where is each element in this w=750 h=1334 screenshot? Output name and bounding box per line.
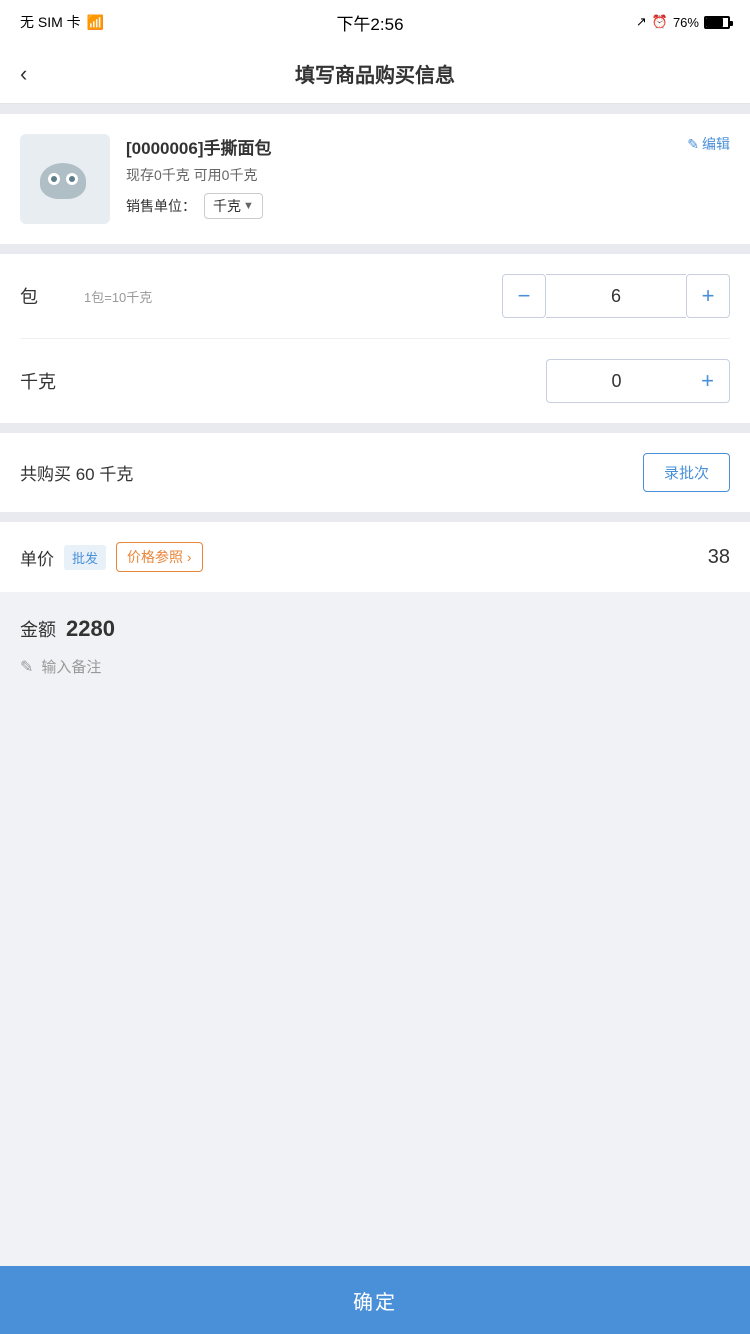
- total-row: 共购买 60 千克 录批次: [0, 433, 750, 512]
- quantity-input-bao[interactable]: [546, 274, 686, 318]
- total-label: 共购买 60 千克: [20, 460, 133, 485]
- plus-button-bao[interactable]: +: [686, 274, 730, 318]
- product-stock: 现存0千克 可用0千克: [126, 165, 730, 185]
- unit-value: 千克: [213, 196, 241, 216]
- confirm-button[interactable]: 确定: [0, 1266, 750, 1334]
- page-title: 填写商品购买信息: [295, 59, 455, 88]
- product-logo: [40, 159, 90, 199]
- product-card: [0000006]手撕面包 现存0千克 可用0千克 销售单位： 千克 ▼ ✎ 编…: [0, 114, 750, 244]
- chevron-down-icon: ▼: [243, 200, 254, 212]
- price-section: 单价 批发 价格参照 › 38: [0, 522, 750, 592]
- quantity-label-bao: 包: [20, 283, 80, 309]
- quantity-label-kg: 千克: [20, 368, 80, 394]
- divider-2: [0, 244, 750, 254]
- quantity-controls-kg: +: [546, 359, 730, 403]
- unit-select[interactable]: 千克 ▼: [204, 193, 263, 219]
- unit-label: 销售单位：: [126, 196, 196, 216]
- status-carrier: 无 SIM 卡 📶: [20, 12, 104, 32]
- status-bar: 无 SIM 卡 📶 下午2:56 ↗ ⏰ 76%: [0, 0, 750, 44]
- product-unit-row: 销售单位： 千克 ▼: [126, 193, 730, 219]
- status-time: 下午2:56: [336, 10, 403, 35]
- minus-button-bao[interactable]: −: [502, 274, 546, 318]
- price-reference-button[interactable]: 价格参照 ›: [116, 542, 203, 572]
- battery-icon: [704, 16, 730, 29]
- empty-area: [0, 689, 750, 1029]
- divider-top: [0, 104, 750, 114]
- quantity-hint-bao: 1包=10千克: [84, 287, 502, 306]
- quantity-row-bao: 包 1包=10千克 − +: [20, 254, 730, 339]
- plus-button-kg[interactable]: +: [686, 359, 730, 403]
- remark-placeholder: 输入备注: [41, 656, 101, 677]
- price-label: 单价: [20, 545, 54, 570]
- amount-value: 2280: [66, 616, 115, 642]
- edit-icon: ✎: [687, 136, 699, 153]
- amount-label: 金额: [20, 616, 56, 642]
- quantity-row-kg: 千克 +: [20, 339, 730, 423]
- price-type-badge: 批发: [64, 545, 106, 570]
- quantity-controls-bao: − +: [502, 274, 730, 318]
- nav-bar: ‹ 填写商品购买信息: [0, 44, 750, 104]
- edit-label: 编辑: [702, 134, 730, 154]
- quantity-section: 包 1包=10千克 − + 千克 +: [0, 254, 750, 423]
- back-button[interactable]: ‹: [20, 61, 27, 87]
- carrier-text: 无 SIM 卡: [20, 12, 81, 32]
- remark-row[interactable]: ✎ 输入备注: [20, 656, 730, 677]
- product-image: [20, 134, 110, 224]
- alarm-icon: ⏰: [652, 14, 668, 30]
- product-name: [0000006]手撕面包: [126, 134, 730, 159]
- amount-section: 金额 2280 ✎ 输入备注: [0, 592, 750, 689]
- record-batch-button[interactable]: 录批次: [643, 453, 730, 492]
- edit-button[interactable]: ✎ 编辑: [687, 134, 730, 154]
- location-icon: ↗: [636, 14, 647, 30]
- price-value: 38: [708, 546, 730, 569]
- divider-4: [0, 512, 750, 522]
- product-info: [0000006]手撕面包 现存0千克 可用0千克 销售单位： 千克 ▼: [126, 134, 730, 219]
- amount-row: 金额 2280: [20, 616, 730, 642]
- battery-percent: 76%: [673, 15, 699, 30]
- wifi-icon: 📶: [87, 14, 104, 31]
- quantity-input-kg[interactable]: [546, 359, 686, 403]
- pencil-icon: ✎: [20, 657, 33, 677]
- status-right: ↗ ⏰ 76%: [636, 14, 730, 30]
- divider-3: [0, 423, 750, 433]
